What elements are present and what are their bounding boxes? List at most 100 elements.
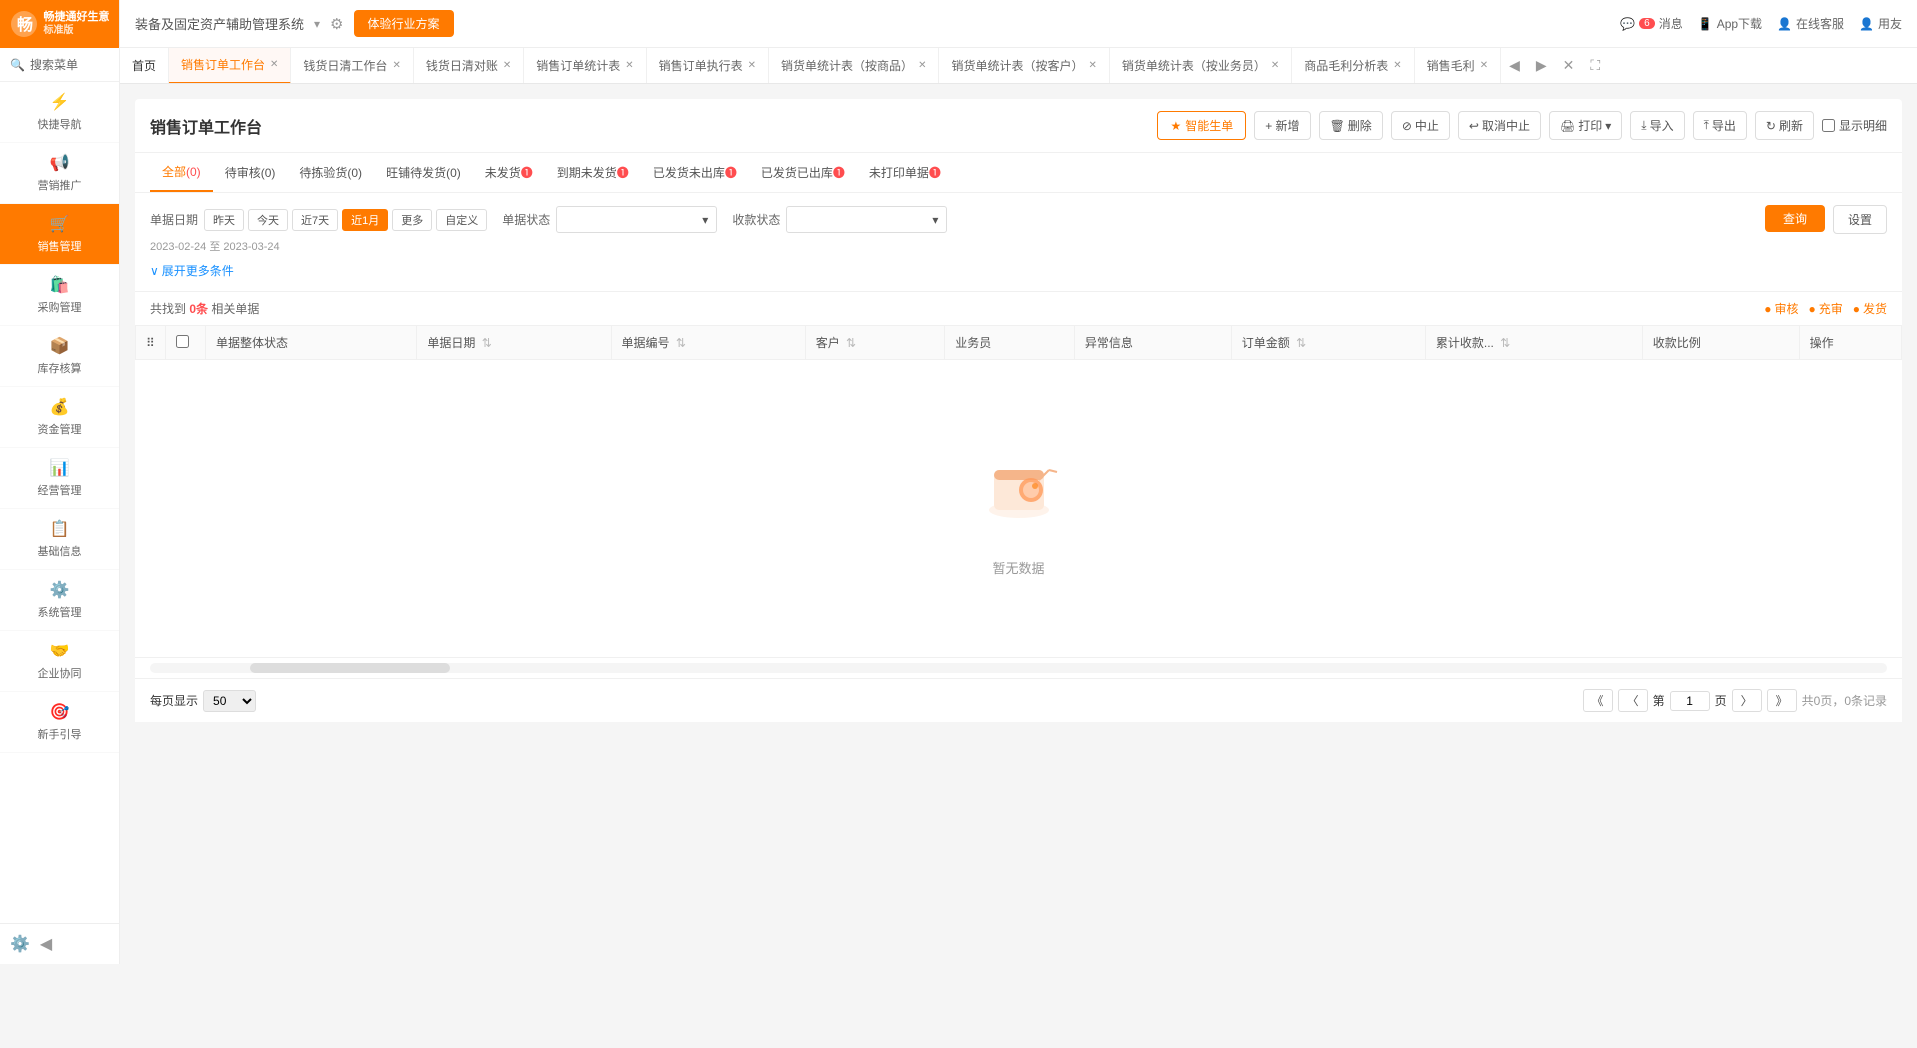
tabs-nav-prev[interactable]: ◀ [1501, 48, 1528, 84]
tab-ship-stat-product[interactable]: 销货单统计表（按商品） ✕ [769, 48, 939, 84]
tab-sales-gross[interactable]: 销售毛利 ✕ [1415, 48, 1501, 84]
tab-sales-exec[interactable]: 销售订单执行表 ✕ [647, 48, 769, 84]
ship-action-btn[interactable]: ● 发货 [1853, 300, 1887, 317]
sub-tab-not-printed-count: ❶ [929, 166, 941, 180]
page-size-input[interactable]: 50 100 200 [203, 690, 256, 712]
col-check[interactable] [166, 326, 206, 360]
search-menu[interactable]: 🔍 搜索菜单 [0, 48, 119, 82]
sidebar-item-cooperation[interactable]: 🤝 企业协同 [0, 631, 119, 692]
col-payment[interactable]: 累计收款... ⇅ [1425, 326, 1642, 360]
sidebar-item-basic[interactable]: 📋 基础信息 [0, 509, 119, 570]
settings-gear-icon[interactable]: ⚙ [330, 15, 343, 33]
tab-ship-stat-customer-close[interactable]: ✕ [1088, 60, 1096, 71]
sidebar-item-quicknav[interactable]: ⚡ 快捷导航 [0, 82, 119, 143]
tab-cash-reconcile-close[interactable]: ✕ [503, 60, 511, 71]
page-last-btn[interactable]: 》 [1767, 689, 1797, 712]
sidebar-item-finance[interactable]: 💰 资金管理 [0, 387, 119, 448]
tab-sales-stat-close[interactable]: ✕ [625, 60, 633, 71]
date-btn-7days[interactable]: 近7天 [292, 209, 338, 231]
collapse-icon[interactable]: ◀ [40, 934, 52, 954]
show-detail-check[interactable]: 显示明细 [1822, 117, 1887, 134]
sidebar-item-purchase[interactable]: 🛍️ 采购管理 [0, 265, 119, 326]
tab-sales-gross-close[interactable]: ✕ [1480, 60, 1488, 71]
tab-ship-stat-product-close[interactable]: ✕ [918, 60, 926, 71]
tabs-nav-next[interactable]: ▶ [1528, 48, 1555, 84]
print-label: 打印 [1578, 117, 1602, 134]
tab-sales-order-close[interactable]: ✕ [270, 59, 278, 70]
tab-cash-reconcile[interactable]: 钱货日清对账 ✕ [414, 48, 524, 84]
sidebar-item-inventory[interactable]: 📦 库存核算 [0, 326, 119, 387]
page-prev-btn[interactable]: 〈 [1618, 689, 1648, 712]
tab-cash-daily[interactable]: 钱货日清工作台 ✕ [291, 48, 413, 84]
user-btn[interactable]: 👤 用友 [1859, 15, 1902, 32]
col-amount[interactable]: 订单金额 ⇅ [1231, 326, 1425, 360]
sidebar-item-sales[interactable]: 🛒 销售管理 [0, 204, 119, 265]
smart-order-btn[interactable]: ★ 智能生单 [1157, 111, 1246, 140]
query-btn[interactable]: 查询 [1765, 205, 1825, 232]
export-btn[interactable]: ⤒ 导出 [1693, 111, 1747, 140]
tabs-maximize[interactable]: ⛶ [1582, 48, 1608, 84]
refresh-btn[interactable]: ↻ 刷新 [1755, 111, 1814, 140]
scrollbar-thumb[interactable] [250, 663, 450, 673]
scrollbar-container[interactable] [135, 657, 1902, 678]
sub-tab-pending-pick[interactable]: 待拣验货(0) [287, 154, 374, 191]
sidebar-item-marketing[interactable]: 📢 营销推广 [0, 143, 119, 204]
stop-btn[interactable]: ⊘ 中止 [1391, 111, 1450, 140]
status-filter-label: 单据状态 [502, 211, 550, 228]
sidebar-item-system[interactable]: ⚙️ 系统管理 [0, 570, 119, 631]
print-btn[interactable]: 🖨 打印 ▾ [1549, 111, 1622, 140]
date-btn-today[interactable]: 今天 [248, 209, 288, 231]
tab-sales-order[interactable]: 销售订单工作台 ✕ [169, 48, 291, 84]
col-number[interactable]: 单据编号 ⇅ [611, 326, 805, 360]
show-detail-input[interactable] [1822, 119, 1835, 132]
unapprove-action-btn[interactable]: ● 充审 [1808, 300, 1842, 317]
page-first-btn[interactable]: 《 [1583, 689, 1613, 712]
online-service-btn[interactable]: 👤 在线客服 [1777, 15, 1844, 32]
sub-tab-all[interactable]: 全部(0) [150, 153, 213, 192]
sub-tabs: 全部(0) 待审核(0) 待拣验货(0) 旺铺待发货(0) 未发货❶ 到期未发货… [135, 153, 1902, 193]
chevron-down-icon[interactable]: ▾ [314, 17, 320, 31]
sub-tab-pending-review[interactable]: 待审核(0) [213, 154, 288, 191]
page-number-input[interactable] [1670, 691, 1710, 711]
app-download-btn[interactable]: 📱 App下载 [1698, 15, 1762, 32]
check-all[interactable] [176, 335, 189, 348]
sidebar-item-guide[interactable]: 🎯 新手引导 [0, 692, 119, 753]
sub-tab-wangpu-ship[interactable]: 旺铺待发货(0) [374, 154, 473, 191]
tab-gross-profit[interactable]: 商品毛利分析表 ✕ [1292, 48, 1414, 84]
add-btn[interactable]: + 新增 [1254, 111, 1310, 140]
sub-tab-not-printed[interactable]: 未打印单据❶ [857, 154, 953, 191]
sub-tab-shipped-out[interactable]: 已发货已出库❶ [749, 154, 857, 191]
tab-ship-stat-customer[interactable]: 销货单统计表（按客户） ✕ [939, 48, 1109, 84]
tabs-close-all[interactable]: ✕ [1555, 48, 1583, 84]
industry-btn[interactable]: 体验行业方案 [354, 10, 454, 37]
date-btn-custom[interactable]: 自定义 [436, 209, 487, 231]
payment-select[interactable]: ▾ [786, 206, 947, 233]
col-date[interactable]: 单据日期 ⇅ [417, 326, 611, 360]
expand-conditions-btn[interactable]: ∨ 展开更多条件 [150, 262, 1887, 279]
tab-sales-exec-close[interactable]: ✕ [748, 60, 756, 71]
tab-sales-stat[interactable]: 销售订单统计表 ✕ [524, 48, 646, 84]
scrollbar-area[interactable] [150, 663, 1887, 673]
status-select[interactable]: ▾ [556, 206, 717, 233]
date-btn-more[interactable]: 更多 [392, 209, 432, 231]
sub-tab-not-shipped[interactable]: 未发货❶ [473, 154, 545, 191]
tab-home[interactable]: 首页 [120, 48, 169, 84]
delete-btn[interactable]: 🗑 删除 [1319, 111, 1383, 140]
sub-tab-overdue-ship[interactable]: 到期未发货❶ [545, 154, 641, 191]
import-btn[interactable]: ⤓ 导入 [1630, 111, 1684, 140]
tab-ship-stat-staff-close[interactable]: ✕ [1271, 60, 1279, 71]
tab-gross-profit-close[interactable]: ✕ [1393, 60, 1401, 71]
approve-action-btn[interactable]: ● 审核 [1764, 300, 1798, 317]
sub-tab-shipped-not-out[interactable]: 已发货未出库❶ [641, 154, 749, 191]
date-btn-yesterday[interactable]: 昨天 [204, 209, 244, 231]
date-btn-1month[interactable]: 近1月 [342, 209, 388, 231]
page-next-btn[interactable]: 〉 [1732, 689, 1762, 712]
set-btn[interactable]: 设置 [1833, 205, 1887, 234]
settings-icon[interactable]: ⚙️ [10, 934, 30, 954]
sidebar-item-management[interactable]: 📊 经营管理 [0, 448, 119, 509]
tab-cash-daily-close[interactable]: ✕ [392, 60, 400, 71]
cancel-stop-btn[interactable]: ↩ 取消中止 [1458, 111, 1541, 140]
tab-ship-stat-staff[interactable]: 销货单统计表（按业务员） ✕ [1110, 48, 1292, 84]
messages-btn[interactable]: 💬 6 消息 [1620, 15, 1683, 32]
col-customer[interactable]: 客户 ⇅ [805, 326, 945, 360]
